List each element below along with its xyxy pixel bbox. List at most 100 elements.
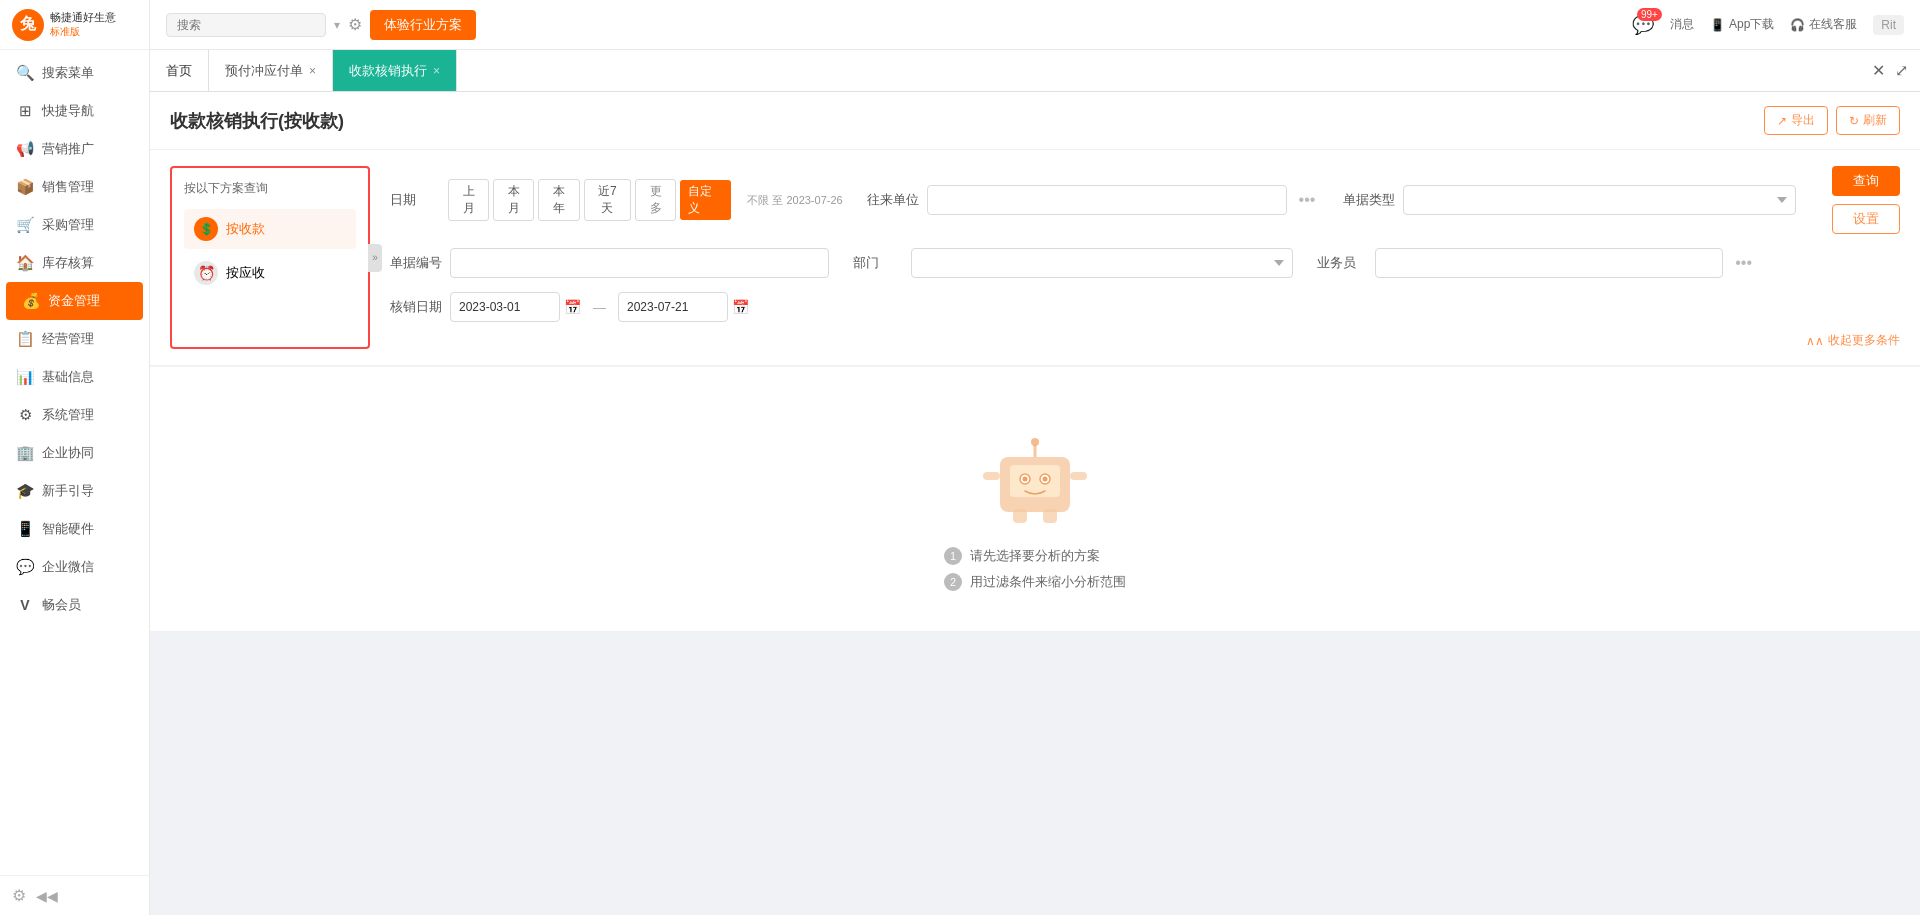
svg-point-3 [1023,477,1028,482]
verif-date-end-input[interactable] [618,292,728,322]
collapse-sidebar-icon[interactable]: ◀◀ [36,888,58,904]
collapse-more-button[interactable]: ∧∧ 收起更多条件 [1806,332,1900,349]
sidebar-item-label: 畅会员 [42,596,81,614]
empty-tips: 1 请先选择要分析的方案 2 用过滤条件来缩小分析范围 [944,547,1126,591]
staff-input[interactable] [1375,248,1724,278]
dept-label: 部门 [853,254,903,272]
logo-sub: 标准版 [50,25,116,39]
party-input[interactable] [927,185,1287,215]
online-service-link[interactable]: 🎧 在线客服 [1790,16,1857,33]
verif-date-start-input[interactable] [450,292,560,322]
sidebar-item-system[interactable]: ⚙ 系统管理 [0,396,149,434]
sidebar-item-purchase[interactable]: 🛒 采购管理 [0,206,149,244]
industry-btn[interactable]: 体验行业方案 [370,10,476,40]
filter-area: 按以下方案查询 💲 按收款 ⏰ 按应收 » 日期 [150,150,1920,365]
sidebar-item-basic-info[interactable]: 📊 基础信息 [0,358,149,396]
date-btn-more[interactable]: 更多 [635,179,676,221]
doc-type-label: 单据类型 [1343,191,1395,209]
tab-prepay[interactable]: 预付冲应付单 × [209,50,333,91]
doc-no-label: 单据编号 [390,254,442,272]
doc-no-field: 单据编号 [390,248,829,278]
topbar-left: ▾ ⚙ 体验行业方案 [166,10,1620,40]
query-option-label: 按应收 [226,264,265,282]
sidebar-item-hardware[interactable]: 📱 智能硬件 [0,510,149,548]
sidebar-item-search-menu[interactable]: 🔍 搜索菜单 [0,54,149,92]
party-ellipsis-btn[interactable]: ••• [1295,191,1320,209]
dropdown-arrow-icon[interactable]: ▾ [334,18,340,32]
sidebar-item-label: 采购管理 [42,216,94,234]
app-download-link[interactable]: 📱 App下载 [1710,16,1774,33]
sidebar-item-label: 快捷导航 [42,102,94,120]
sidebar-item-wechat[interactable]: 💬 企业微信 [0,548,149,586]
user-name[interactable]: Rit [1873,15,1904,35]
date-btn-last-month[interactable]: 上月 [448,179,489,221]
receipt-icon: 💲 [194,217,218,241]
doc-type-select[interactable] [1403,185,1796,215]
sidebar-item-label: 库存核算 [42,254,94,272]
query-option-by-receivable[interactable]: ⏰ 按应收 [184,253,356,293]
tab-label: 预付冲应付单 [225,62,303,80]
svg-rect-8 [983,472,1000,480]
sidebar-item-inventory[interactable]: 🏠 库存核算 [0,244,149,282]
hardware-icon: 📱 [16,520,34,538]
doc-no-input[interactable] [450,248,829,278]
logo-name: 畅捷通好生意 [50,10,116,24]
topbar-search-input[interactable] [166,13,326,37]
tab-close-writeoff[interactable]: × [433,64,440,78]
sidebar-item-vip[interactable]: V 畅会员 [0,586,149,624]
message-button[interactable]: 💬 99+ [1632,14,1654,36]
tab-writeoff[interactable]: 收款核销执行 × [333,50,457,91]
sidebar-item-enterprise[interactable]: 🏢 企业协同 [0,434,149,472]
panel-collapse-btn[interactable]: » [368,244,382,272]
sidebar-item-label: 营销推广 [42,140,94,158]
tab-close-prepay[interactable]: × [309,64,316,78]
settings-icon[interactable]: ⚙ [12,886,26,905]
tab-label: 收款核销执行 [349,62,427,80]
collapse-more-row: ∧∧ 收起更多条件 [390,332,1900,349]
tab-home[interactable]: 首页 [150,50,209,91]
sidebar-item-quick-nav[interactable]: ⊞ 快捷导航 [0,92,149,130]
refresh-button[interactable]: ↻ 刷新 [1836,106,1900,135]
topbar-right: 💬 99+ 消息 📱 App下载 🎧 在线客服 Rit [1632,14,1904,36]
message-label[interactable]: 消息 [1670,16,1694,33]
finance-icon: 💰 [22,292,40,310]
chevron-up-icon: ∧∧ [1806,334,1824,348]
tip-text-1: 请先选择要分析的方案 [970,547,1100,565]
sidebar-item-beginner[interactable]: 🎓 新手引导 [0,472,149,510]
svg-point-7 [1031,438,1039,446]
sidebar-item-operations[interactable]: 📋 经营管理 [0,320,149,358]
operations-icon: 📋 [16,330,34,348]
message-badge: 99+ [1637,8,1662,21]
marketing-icon: 📢 [16,140,34,158]
date-btn-this-month[interactable]: 本月 [493,179,534,221]
staff-ellipsis-btn[interactable]: ••• [1731,254,1756,272]
query-button[interactable]: 查询 [1832,166,1900,196]
dept-select[interactable] [911,248,1292,278]
app-icon: 📱 [1710,18,1725,32]
query-option-by-receipt[interactable]: 💲 按收款 [184,209,356,249]
export-icon: ↗ [1777,114,1787,128]
staff-field: 业务员 ••• [1317,248,1756,278]
export-button[interactable]: ↗ 导出 [1764,106,1828,135]
sidebar-item-finance[interactable]: 💰 资金管理 [6,282,143,320]
setting-button[interactable]: 设置 [1832,204,1900,234]
close-tab-btn[interactable]: ✕ [1868,57,1889,84]
date-field: 日期 上月 本月 本年 近7天 更多 自定义 不限 至 2023-07-26 [390,179,843,221]
sidebar-item-sales[interactable]: 📦 销售管理 [0,168,149,206]
sidebar-item-label: 企业微信 [42,558,94,576]
sidebar-item-marketing[interactable]: 📢 营销推广 [0,130,149,168]
tab-label: 首页 [166,62,192,80]
system-icon: ⚙ [16,406,34,424]
svg-rect-9 [1070,472,1087,480]
date-btn-7days[interactable]: 近7天 [584,179,632,221]
staff-label: 业务员 [1317,254,1367,272]
cal-icon-end[interactable]: 📅 [732,299,749,315]
query-panel: 按以下方案查询 💲 按收款 ⏰ 按应收 » [170,166,370,349]
beginner-icon: 🎓 [16,482,34,500]
expand-tab-btn[interactable]: ⤢ [1891,57,1912,84]
query-panel-title: 按以下方案查询 [184,180,356,197]
date-separator: — [593,300,606,315]
cal-icon-start[interactable]: 📅 [564,299,581,315]
date-btn-this-year[interactable]: 本年 [538,179,579,221]
gear-button[interactable]: ⚙ [348,15,362,34]
